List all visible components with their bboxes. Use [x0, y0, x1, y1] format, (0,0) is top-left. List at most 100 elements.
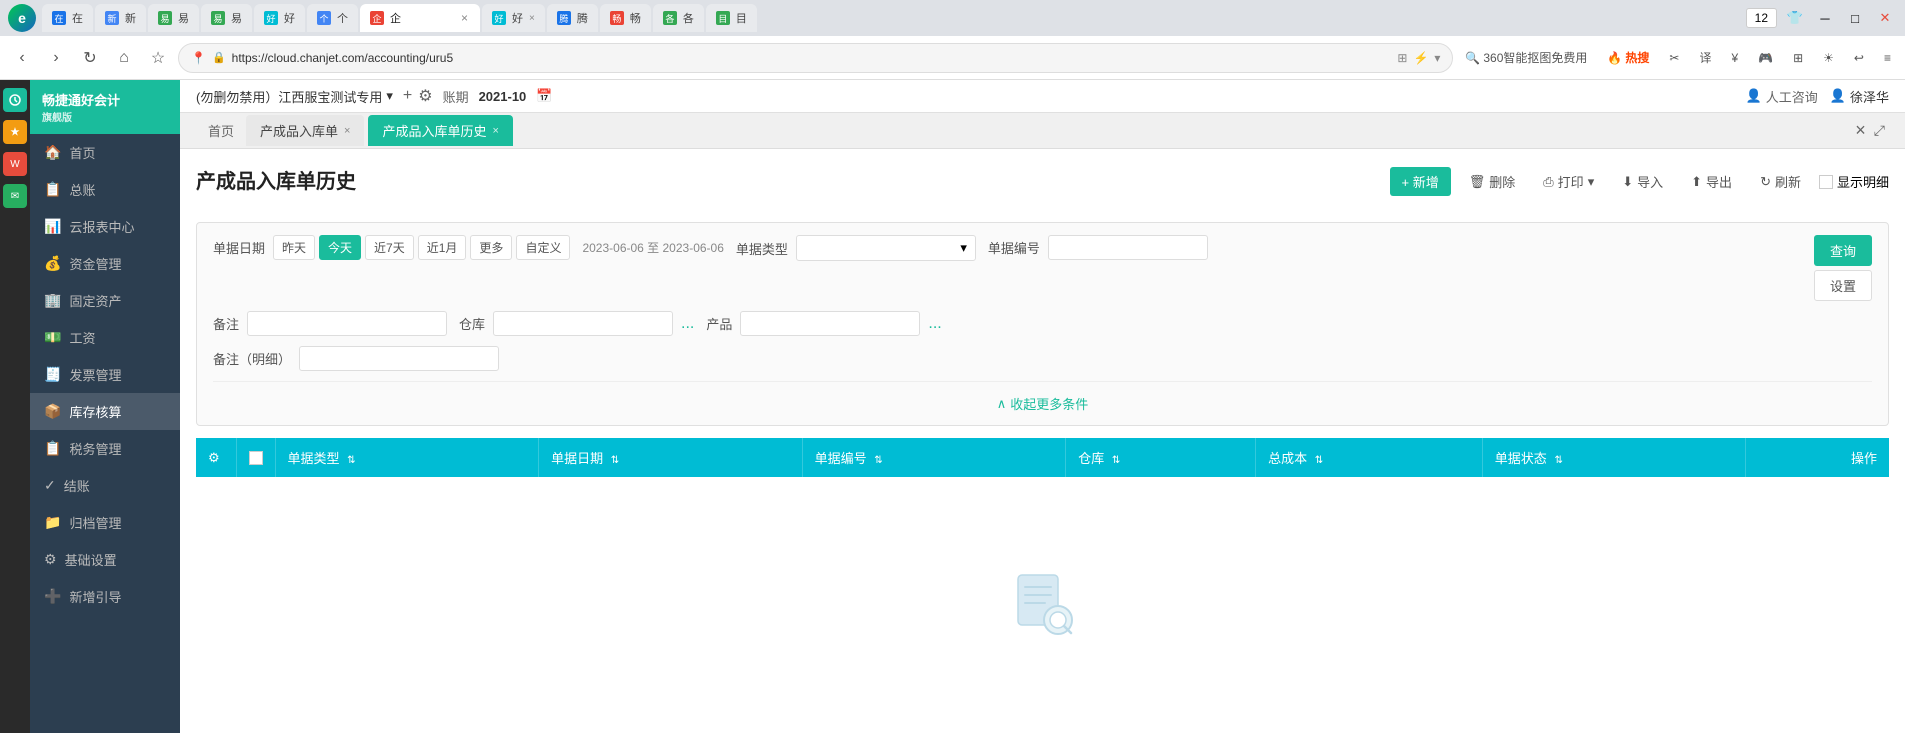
- maximize-btn[interactable]: □: [1843, 6, 1867, 30]
- rail-icon-1[interactable]: [3, 88, 27, 112]
- sidebar-item-home[interactable]: 🏠 首页: [30, 134, 180, 171]
- th-voucher-no[interactable]: 单据编号 ⇅: [802, 438, 1066, 477]
- import-btn[interactable]: ⬇ 导入: [1612, 168, 1673, 195]
- more-btn[interactable]: 更多: [470, 235, 512, 260]
- tab-5[interactable]: 好 好: [254, 4, 305, 32]
- extension-icon[interactable]: ⊞: [1397, 51, 1407, 65]
- tab-7[interactable]: 企 企 ×: [360, 4, 480, 32]
- address-bar[interactable]: 📍 🔒 https://cloud.chanjet.com/accounting…: [178, 43, 1453, 73]
- list-tab-close[interactable]: ×: [344, 125, 350, 137]
- th-gear[interactable]: ⚙: [196, 438, 236, 477]
- sidebar-item-inventory[interactable]: 📦 库存核算: [30, 393, 180, 430]
- month-btn[interactable]: 近1月: [418, 235, 467, 260]
- remark-input[interactable]: [247, 311, 447, 336]
- user-service[interactable]: 👤 人工咨询: [1746, 87, 1818, 106]
- company-selector[interactable]: (勿删勿禁用）江西服宝测试专用 ▾: [196, 87, 393, 106]
- translate-tool[interactable]: 译: [1693, 47, 1717, 68]
- grid-tool[interactable]: ⊞: [1787, 49, 1809, 67]
- game-tool[interactable]: 🎮: [1752, 49, 1779, 67]
- dropdown-icon[interactable]: ▾: [1434, 51, 1440, 65]
- tab-8[interactable]: 好 好 ×: [482, 4, 545, 32]
- warehouse-dots[interactable]: ...: [681, 315, 694, 333]
- lightning-icon[interactable]: ⚡: [1413, 51, 1428, 65]
- expand-btn[interactable]: ⤢: [1874, 122, 1885, 139]
- tab-1[interactable]: 在 在: [42, 4, 93, 32]
- sidebar-item-general-ledger[interactable]: 📋 总账: [30, 171, 180, 208]
- product-dots[interactable]: ...: [928, 315, 941, 333]
- query-btn[interactable]: 查询: [1814, 235, 1872, 266]
- sidebar-item-funds[interactable]: 💰 资金管理: [30, 245, 180, 282]
- browser-logo[interactable]: e: [8, 4, 36, 32]
- show-fields-toggle[interactable]: 显示明细: [1819, 172, 1889, 191]
- th-check[interactable]: [236, 438, 275, 477]
- user-avatar[interactable]: 👤 徐泽华: [1830, 87, 1889, 106]
- warehouse-input[interactable]: [493, 311, 673, 336]
- rail-icon-2[interactable]: ★: [3, 120, 27, 144]
- sort-status[interactable]: ⇅: [1554, 455, 1562, 466]
- tab-12[interactable]: 目 目: [706, 4, 757, 32]
- money-tool[interactable]: ¥: [1725, 49, 1744, 67]
- menu-tool[interactable]: ≡: [1878, 49, 1897, 67]
- tab-7-close[interactable]: ×: [459, 9, 470, 27]
- tab-3[interactable]: 易 易: [148, 4, 199, 32]
- tab-11[interactable]: 各 各: [653, 4, 704, 32]
- sort-no[interactable]: ⇅: [874, 455, 882, 466]
- refresh-btn[interactable]: ↻: [76, 44, 104, 72]
- th-voucher-type[interactable]: 单据类型 ⇅: [275, 438, 539, 477]
- theme-tool[interactable]: ☀: [1817, 49, 1840, 67]
- new-btn[interactable]: + 新增: [1390, 167, 1451, 196]
- sidebar-item-closing[interactable]: ✓ 结账: [30, 467, 180, 504]
- add-company-btn[interactable]: +: [403, 87, 412, 105]
- sidebar-item-reports[interactable]: 📊 云报表中心: [30, 208, 180, 245]
- checkbox-show-fields[interactable]: [1819, 175, 1833, 189]
- sidebar-item-fixed-assets[interactable]: 🏢 固定资产: [30, 282, 180, 319]
- delete-btn[interactable]: 🗑 删除: [1459, 168, 1526, 195]
- sidebar-item-archive[interactable]: 📁 归档管理: [30, 504, 180, 541]
- calendar-icon[interactable]: 📅: [536, 88, 552, 104]
- yesterday-btn[interactable]: 昨天: [273, 235, 315, 260]
- sort-cost[interactable]: ⇅: [1315, 455, 1323, 466]
- print-btn[interactable]: ⎙ 打印 ▾: [1533, 168, 1604, 195]
- close-btn[interactable]: ✕: [1873, 6, 1897, 30]
- voucher-type-select[interactable]: ▾: [796, 235, 976, 261]
- th-voucher-date[interactable]: 单据日期 ⇅: [539, 438, 803, 477]
- th-status[interactable]: 单据状态 ⇅: [1482, 438, 1746, 477]
- sidebar-item-payroll[interactable]: 💵 工资: [30, 319, 180, 356]
- sidebar-item-settings[interactable]: ⚙ 基础设置: [30, 541, 180, 578]
- collapse-btn[interactable]: ∧ 收起更多条件: [997, 394, 1089, 413]
- minimize-btn[interactable]: ─: [1813, 6, 1837, 30]
- th-total-cost[interactable]: 总成本 ⇅: [1256, 438, 1483, 477]
- shirt-icon[interactable]: 👕: [1783, 6, 1807, 30]
- search-tool[interactable]: 🔍 360智能抠图免费用: [1459, 47, 1593, 68]
- th-warehouse[interactable]: 仓库 ⇅: [1066, 438, 1256, 477]
- undo-tool[interactable]: ↩: [1848, 49, 1870, 67]
- tab-6[interactable]: 个 个: [307, 4, 358, 32]
- sidebar-item-tax[interactable]: 📋 税务管理: [30, 430, 180, 467]
- product-input[interactable]: [740, 311, 920, 336]
- refresh-btn[interactable]: ↻ 刷新: [1750, 168, 1811, 195]
- detail-remark-input[interactable]: [299, 346, 499, 371]
- sidebar-item-guide[interactable]: ➕ 新增引导: [30, 578, 180, 615]
- tab-9[interactable]: 腾 腾: [547, 4, 598, 32]
- sort-date[interactable]: ⇅: [611, 455, 619, 466]
- sort-warehouse[interactable]: ⇅: [1112, 455, 1120, 466]
- history-tab-close[interactable]: ×: [492, 125, 498, 137]
- tab-10[interactable]: 畅 畅: [600, 4, 651, 32]
- back-btn[interactable]: ‹: [8, 44, 36, 72]
- sort-voucher-type[interactable]: ⇅: [347, 455, 355, 466]
- home-btn[interactable]: ⌂: [110, 44, 138, 72]
- tab-list[interactable]: 产成品入库单 ×: [246, 115, 364, 146]
- tab-8-close[interactable]: ×: [529, 13, 535, 24]
- hot-search-tool[interactable]: 🔥 热搜: [1601, 47, 1655, 68]
- tab-count[interactable]: 12: [1746, 8, 1777, 28]
- week-btn[interactable]: 近7天: [365, 235, 414, 260]
- breadcrumb-home[interactable]: 首页: [196, 113, 246, 148]
- tab-history[interactable]: 产成品入库单历史 ×: [368, 115, 512, 146]
- voucher-number-input[interactable]: [1048, 235, 1208, 260]
- today-btn[interactable]: 今天: [319, 235, 361, 260]
- custom-btn[interactable]: 自定义: [516, 235, 570, 260]
- tab-4[interactable]: 易 易: [201, 4, 252, 32]
- tab-2[interactable]: 新 新: [95, 4, 146, 32]
- bookmark-btn[interactable]: ☆: [144, 44, 172, 72]
- rail-icon-3[interactable]: W: [3, 152, 27, 176]
